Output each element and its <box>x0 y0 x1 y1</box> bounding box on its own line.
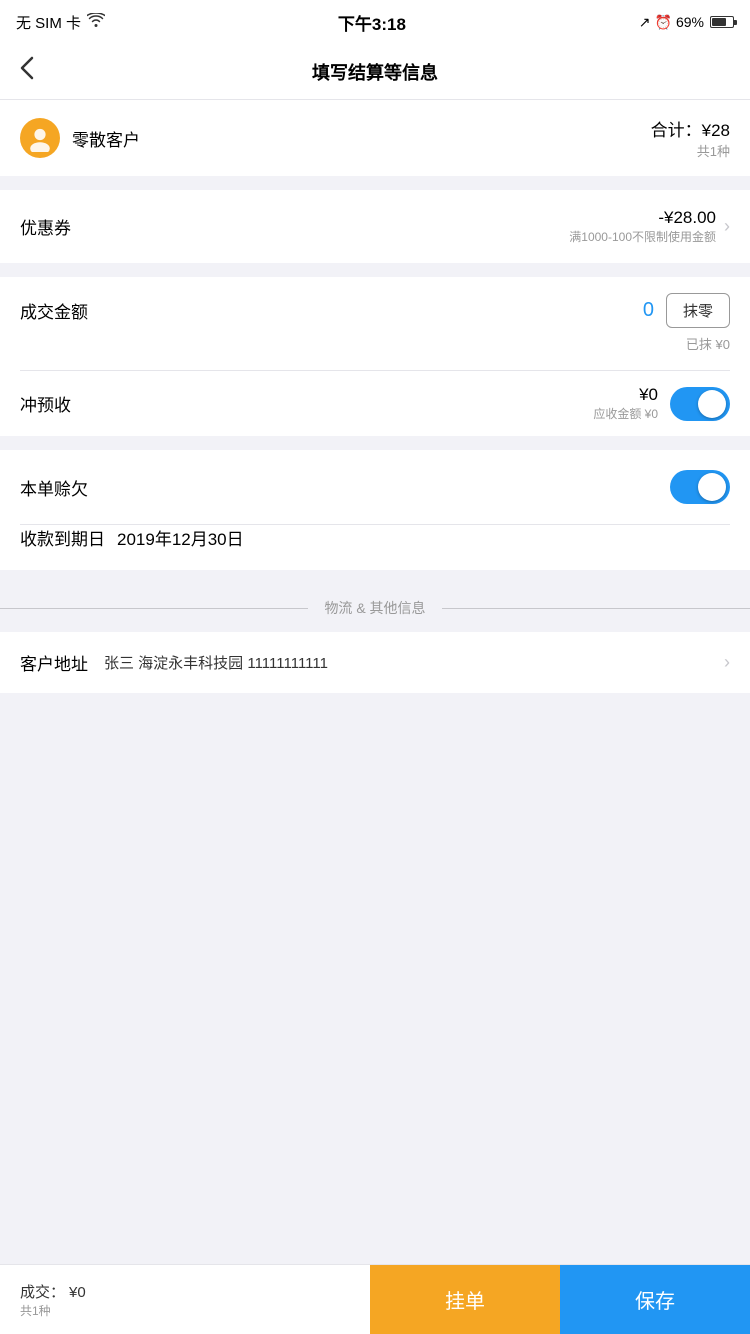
back-button[interactable] <box>20 48 42 95</box>
address-section: 客户地址 张三 海淀永丰科技园 11111111111 › <box>0 632 750 693</box>
transaction-label: 成交金额 <box>20 298 88 323</box>
customer-name: 零散客户 <box>72 126 140 151</box>
due-date-label: 收款到期日 <box>20 525 105 550</box>
hang-button[interactable]: 挂单 <box>370 1265 560 1334</box>
bottom-bar: 成交： ¥0 共1种 挂单 保存 <box>0 1264 750 1334</box>
transaction-value: 0 <box>643 299 654 322</box>
section-divider-3 <box>0 436 750 450</box>
logistics-line-right <box>442 608 750 609</box>
section-divider-4 <box>0 570 750 584</box>
address-row[interactable]: 客户地址 张三 海淀永丰科技园 11111111111 › <box>20 632 730 693</box>
already-rounded-text: 已抹 ¥0 <box>686 337 730 352</box>
content-spacer <box>0 693 750 823</box>
page-title: 填写结算等信息 <box>312 59 438 85</box>
battery-percent: 69% <box>676 14 704 30</box>
due-date-row: 收款到期日 2019年12月30日 <box>20 525 730 570</box>
prepay-label: 冲预收 <box>20 391 71 416</box>
customer-summary: 合计：¥28 共1种 <box>651 116 730 160</box>
bottom-deal-value: ¥0 <box>69 1284 86 1301</box>
customer-section: 零散客户 合计：¥28 共1种 <box>0 100 750 176</box>
status-bar: 无 SIM 卡 下午3:18 ↗ ⏰ 69% <box>0 0 750 44</box>
avatar <box>20 118 60 158</box>
address-chevron-icon: › <box>724 652 730 673</box>
prepay-row: 冲预收 ¥0 应收金额 ¥0 <box>20 371 730 436</box>
coupon-right: -¥28.00 满1000-100不限制使用金额 › <box>569 208 730 245</box>
transaction-section: 成交金额 0 抹零 已抹 ¥0 冲预收 ¥0 应收金额 ¥0 <box>0 277 750 436</box>
coupon-desc: 满1000-100不限制使用金额 <box>569 228 716 245</box>
coupon-value-block: -¥28.00 满1000-100不限制使用金额 <box>569 208 716 245</box>
logistics-line-left <box>0 608 308 609</box>
chevron-right-icon: › <box>724 216 730 237</box>
bottom-count: 共1种 <box>20 1302 350 1319</box>
debt-label: 本单赊欠 <box>20 475 88 500</box>
wifi-icon <box>87 13 105 31</box>
status-time: 下午3:18 <box>338 10 406 35</box>
battery-icon <box>710 16 734 28</box>
address-value: 张三 海淀永丰科技园 11111111111 <box>104 652 708 673</box>
prepay-sub: 应收金额 ¥0 <box>593 405 658 422</box>
section-divider-2 <box>0 263 750 277</box>
debt-toggle[interactable] <box>670 470 730 504</box>
round-button[interactable]: 抹零 <box>666 293 730 328</box>
status-right: ↗ ⏰ 69% <box>639 14 734 31</box>
bottom-deal-label: 成交： <box>20 1281 65 1302</box>
logistics-divider: 物流 & 其他信息 <box>0 584 750 632</box>
coupon-discount: -¥28.00 <box>569 208 716 228</box>
amount-row: 成交金额 0 抹零 <box>20 277 730 334</box>
nav-bar: 填写结算等信息 <box>0 44 750 100</box>
prepay-toggle[interactable] <box>670 387 730 421</box>
customer-row: 零散客户 合计：¥28 共1种 <box>20 100 730 176</box>
prepay-right: ¥0 应收金额 ¥0 <box>593 385 730 422</box>
customer-count: 共1种 <box>651 141 730 160</box>
alarm-icon: ⏰ <box>655 14 672 31</box>
status-left: 无 SIM 卡 <box>16 12 105 33</box>
due-date-value: 2019年12月30日 <box>117 525 244 550</box>
address-label: 客户地址 <box>20 650 88 675</box>
prepay-value-block: ¥0 应收金额 ¥0 <box>593 385 658 422</box>
coupon-row[interactable]: 优惠券 -¥28.00 满1000-100不限制使用金额 › <box>20 190 730 263</box>
carrier-text: 无 SIM 卡 <box>16 12 81 33</box>
customer-total: 合计：¥28 <box>651 116 730 141</box>
logistics-label: 物流 & 其他信息 <box>324 598 425 618</box>
coupon-label: 优惠券 <box>20 214 71 239</box>
bottom-info: 成交： ¥0 共1种 <box>0 1281 370 1319</box>
amount-sub-row: 已抹 ¥0 <box>20 334 730 370</box>
prepay-amount: ¥0 <box>593 385 658 405</box>
debt-row: 本单赊欠 <box>20 450 730 524</box>
customer-info: 零散客户 <box>20 118 140 158</box>
debt-section: 本单赊欠 收款到期日 2019年12月30日 <box>0 450 750 570</box>
amount-right: 0 抹零 <box>643 293 730 328</box>
save-button[interactable]: 保存 <box>560 1265 750 1334</box>
section-divider-1 <box>0 176 750 190</box>
location-icon: ↗ <box>639 14 651 31</box>
coupon-section: 优惠券 -¥28.00 满1000-100不限制使用金额 › <box>0 190 750 263</box>
